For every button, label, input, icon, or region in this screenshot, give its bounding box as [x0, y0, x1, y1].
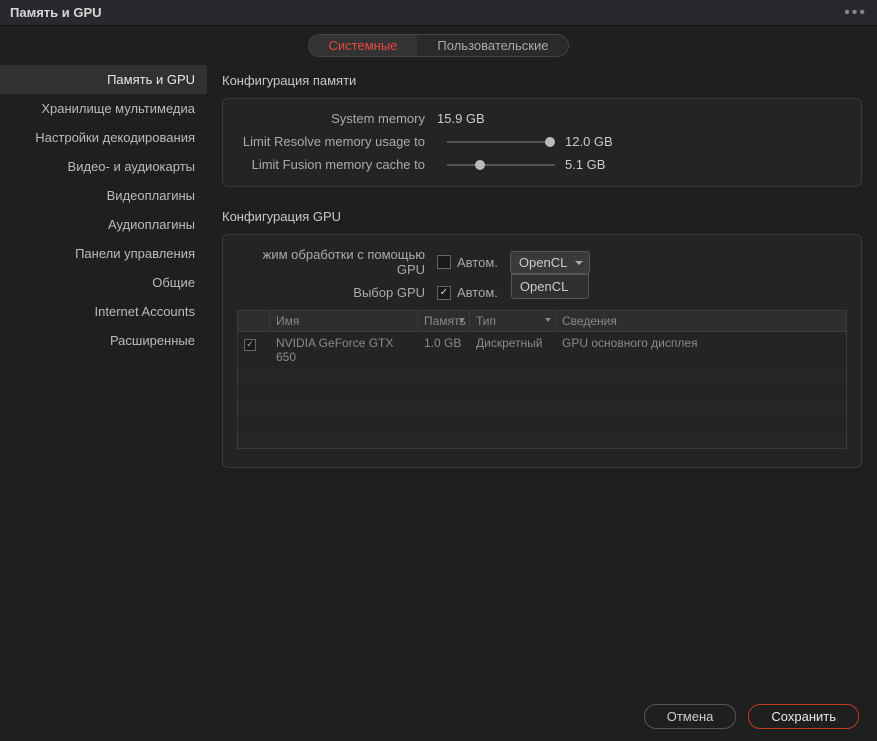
gpu-row-memory: 1.0 GB: [418, 332, 470, 368]
sidebar-item-video-plugins[interactable]: Видеоплагины: [0, 181, 207, 210]
sidebar-item-media-storage[interactable]: Хранилище мультимедиа: [0, 94, 207, 123]
gpu-select-label: Выбор GPU: [237, 285, 437, 300]
gpu-mode-label: жим обработки с помощью GPU: [237, 247, 437, 277]
system-memory-label: System memory: [237, 111, 437, 126]
footer: Отмена Сохранить: [644, 704, 859, 729]
gpu-panel: жим обработки с помощью GPU Автом. OpenC…: [222, 234, 862, 468]
gpu-mode-auto-checkbox[interactable]: [437, 255, 451, 269]
overflow-menu-icon[interactable]: •••: [844, 4, 867, 22]
gpu-empty-row: [238, 432, 846, 448]
titlebar: Память и GPU •••: [0, 0, 877, 26]
system-memory-value: 15.9 GB: [437, 111, 485, 126]
memory-panel: System memory 15.9 GB Limit Resolve memo…: [222, 98, 862, 187]
gpu-mode-option-opencl[interactable]: OpenCL: [512, 275, 588, 298]
gpu-empty-row: [238, 416, 846, 432]
fusion-cache-label: Limit Fusion memory cache to: [237, 157, 437, 172]
chevron-down-icon: [545, 318, 551, 322]
resolve-limit-slider[interactable]: [447, 141, 555, 143]
sidebar: Память и GPU Хранилище мультимедиа Настр…: [0, 65, 207, 482]
sidebar-item-decode[interactable]: Настройки декодирования: [0, 123, 207, 152]
tab-system[interactable]: Системные: [309, 35, 418, 56]
gpu-row-info: GPU основного дисплея: [556, 332, 846, 368]
fusion-cache-slider[interactable]: [447, 164, 555, 166]
gpu-mode-auto-label: Автом.: [457, 255, 498, 270]
gpu-empty-row: [238, 368, 846, 384]
memory-section-title: Конфигурация памяти: [222, 65, 862, 98]
gpu-section-title: Конфигурация GPU: [222, 201, 862, 234]
sidebar-item-general[interactable]: Общие: [0, 268, 207, 297]
sidebar-item-control-panels[interactable]: Панели управления: [0, 239, 207, 268]
cancel-button[interactable]: Отмена: [644, 704, 737, 729]
gpu-col-memory[interactable]: Память: [418, 311, 470, 331]
sidebar-item-audio-plugins[interactable]: Аудиоплагины: [0, 210, 207, 239]
gpu-col-type[interactable]: Тип: [470, 311, 556, 331]
gpu-row-type: Дискретный: [470, 332, 556, 368]
sidebar-item-memory-gpu[interactable]: Память и GPU: [0, 65, 207, 94]
gpu-select-auto-label: Автом.: [457, 285, 498, 300]
gpu-col-name[interactable]: Имя: [270, 311, 418, 331]
sidebar-item-av-cards[interactable]: Видео- и аудиокарты: [0, 152, 207, 181]
gpu-empty-row: [238, 384, 846, 400]
chevron-down-icon: [459, 318, 465, 322]
gpu-table-header: Имя Память Тип Сведения: [238, 311, 846, 332]
gpu-row-checkbox[interactable]: [244, 339, 256, 351]
sidebar-item-internet-accounts[interactable]: Internet Accounts: [0, 297, 207, 326]
resolve-limit-label: Limit Resolve memory usage to: [237, 134, 437, 149]
gpu-col-check[interactable]: [238, 311, 270, 331]
tab-user[interactable]: Пользовательские: [417, 35, 568, 56]
window-title: Память и GPU: [10, 5, 102, 20]
tab-group: Системные Пользовательские: [308, 34, 570, 57]
gpu-table-row[interactable]: NVIDIA GeForce GTX 650 1.0 GB Дискретный…: [238, 332, 846, 368]
gpu-mode-dropdown-menu: OpenCL: [511, 274, 589, 299]
resolve-limit-value: 12.0 GB: [565, 134, 613, 149]
gpu-table: Имя Память Тип Сведения NVIDIA GeForce G…: [237, 310, 847, 449]
gpu-mode-dropdown-value: OpenCL: [519, 255, 567, 270]
fusion-cache-value: 5.1 GB: [565, 157, 605, 172]
gpu-select-auto-checkbox[interactable]: [437, 286, 451, 300]
gpu-mode-dropdown[interactable]: OpenCL OpenCL: [510, 251, 590, 274]
content: Конфигурация памяти System memory 15.9 G…: [207, 65, 877, 482]
gpu-empty-row: [238, 400, 846, 416]
save-button[interactable]: Сохранить: [748, 704, 859, 729]
sidebar-item-advanced[interactable]: Расширенные: [0, 326, 207, 355]
gpu-col-info[interactable]: Сведения: [556, 311, 846, 331]
gpu-row-name: NVIDIA GeForce GTX 650: [270, 332, 418, 368]
tabs-row: Системные Пользовательские: [0, 26, 877, 65]
